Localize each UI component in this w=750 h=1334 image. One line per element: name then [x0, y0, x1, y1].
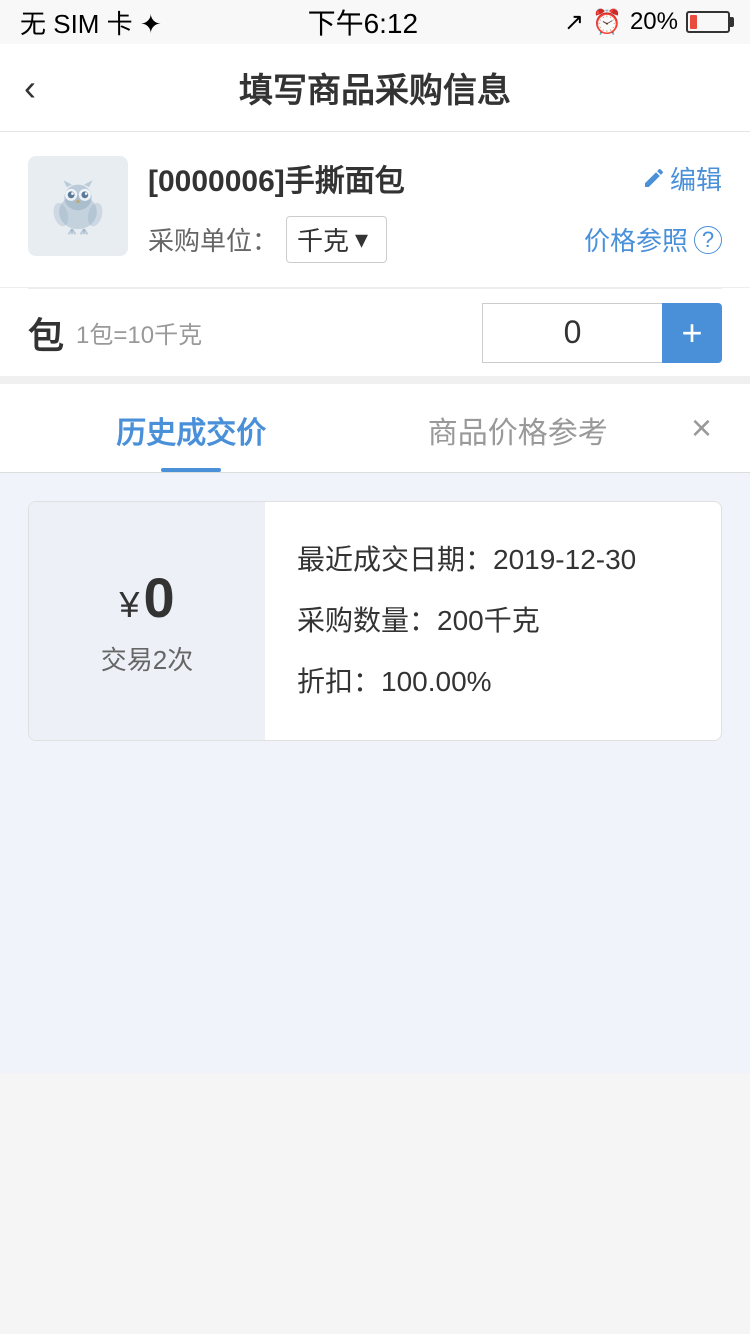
transaction-price: ¥ 0	[119, 565, 174, 630]
product-logo	[48, 176, 108, 236]
product-card: [0000006]手撕面包 编辑 采购单位： 千克 ▾ 价格参照 ?	[0, 132, 750, 288]
status-right: ↗ ⏰ 20%	[564, 8, 730, 37]
status-left: 无 SIM 卡 ✦	[20, 4, 162, 41]
tab-close-button[interactable]: ×	[681, 397, 722, 459]
quantity-plus-button[interactable]: +	[662, 303, 722, 363]
unit-conversion: 1包=10千克	[76, 315, 202, 350]
sim-status: 无 SIM 卡 ✦	[20, 4, 162, 41]
quantity-row: 包 1包=10千克 +	[28, 288, 722, 376]
product-image	[28, 156, 128, 256]
discount: 折扣：100.00%	[297, 660, 689, 705]
product-info: [0000006]手撕面包 编辑 采购单位： 千克 ▾ 价格参照 ?	[148, 156, 722, 263]
dropdown-icon: ▾	[355, 224, 368, 255]
status-bar: 无 SIM 卡 ✦ 下午6:12 ↗ ⏰ 20%	[0, 0, 750, 44]
battery-percent: 20%	[630, 8, 678, 36]
quantity-section: 包 1包=10千克 +	[0, 288, 750, 384]
alarm-icon: ⏰	[592, 8, 622, 37]
transaction-card: ¥ 0 交易2次 最近成交日期：2019-12-30 采购数量：200千克 折扣…	[28, 501, 722, 741]
quantity-input[interactable]	[482, 303, 662, 363]
transaction-left: ¥ 0 交易2次	[29, 502, 265, 740]
battery-icon	[686, 11, 730, 33]
product-name: [0000006]手撕面包	[148, 156, 405, 200]
quantity-unit: 包 1包=10千克	[28, 307, 202, 359]
price-ref-help-icon: ?	[694, 226, 722, 254]
status-time: 下午6:12	[308, 2, 419, 42]
nav-bar: ‹ 填写商品采购信息	[0, 44, 750, 132]
unit-label: 采购单位： 千克 ▾	[148, 216, 387, 263]
page-title: 填写商品采购信息	[239, 63, 511, 112]
transaction-count: 交易2次	[101, 640, 193, 677]
back-button[interactable]: ‹	[24, 67, 36, 109]
unit-badge: 包	[28, 307, 64, 359]
price-symbol: ¥	[119, 584, 139, 626]
unit-select[interactable]: 千克 ▾	[286, 216, 387, 263]
tab-product-price-ref[interactable]: 商品价格参考	[354, 384, 680, 472]
tab-bar: 历史成交价 商品价格参考 ×	[0, 384, 750, 472]
battery-fill	[690, 15, 697, 29]
recent-date: 最近成交日期：2019-12-30	[297, 538, 689, 583]
edit-button[interactable]: 编辑	[642, 160, 722, 197]
price-ref-button[interactable]: 价格参照 ?	[584, 221, 722, 258]
product-unit-row: 采购单位： 千克 ▾ 价格参照 ?	[148, 216, 722, 263]
tab-section: 历史成交价 商品价格参考 ×	[0, 384, 750, 473]
transaction-right: 最近成交日期：2019-12-30 采购数量：200千克 折扣：100.00%	[265, 502, 721, 740]
purchase-quantity: 采购数量：200千克	[297, 599, 689, 644]
location-icon: ↗	[564, 8, 584, 37]
content-area: ¥ 0 交易2次 最近成交日期：2019-12-30 采购数量：200千克 折扣…	[0, 473, 750, 1073]
quantity-control: +	[482, 303, 722, 363]
tab-history-price[interactable]: 历史成交价	[28, 384, 354, 472]
product-header: [0000006]手撕面包 编辑	[148, 156, 722, 200]
price-value: 0	[143, 565, 174, 630]
